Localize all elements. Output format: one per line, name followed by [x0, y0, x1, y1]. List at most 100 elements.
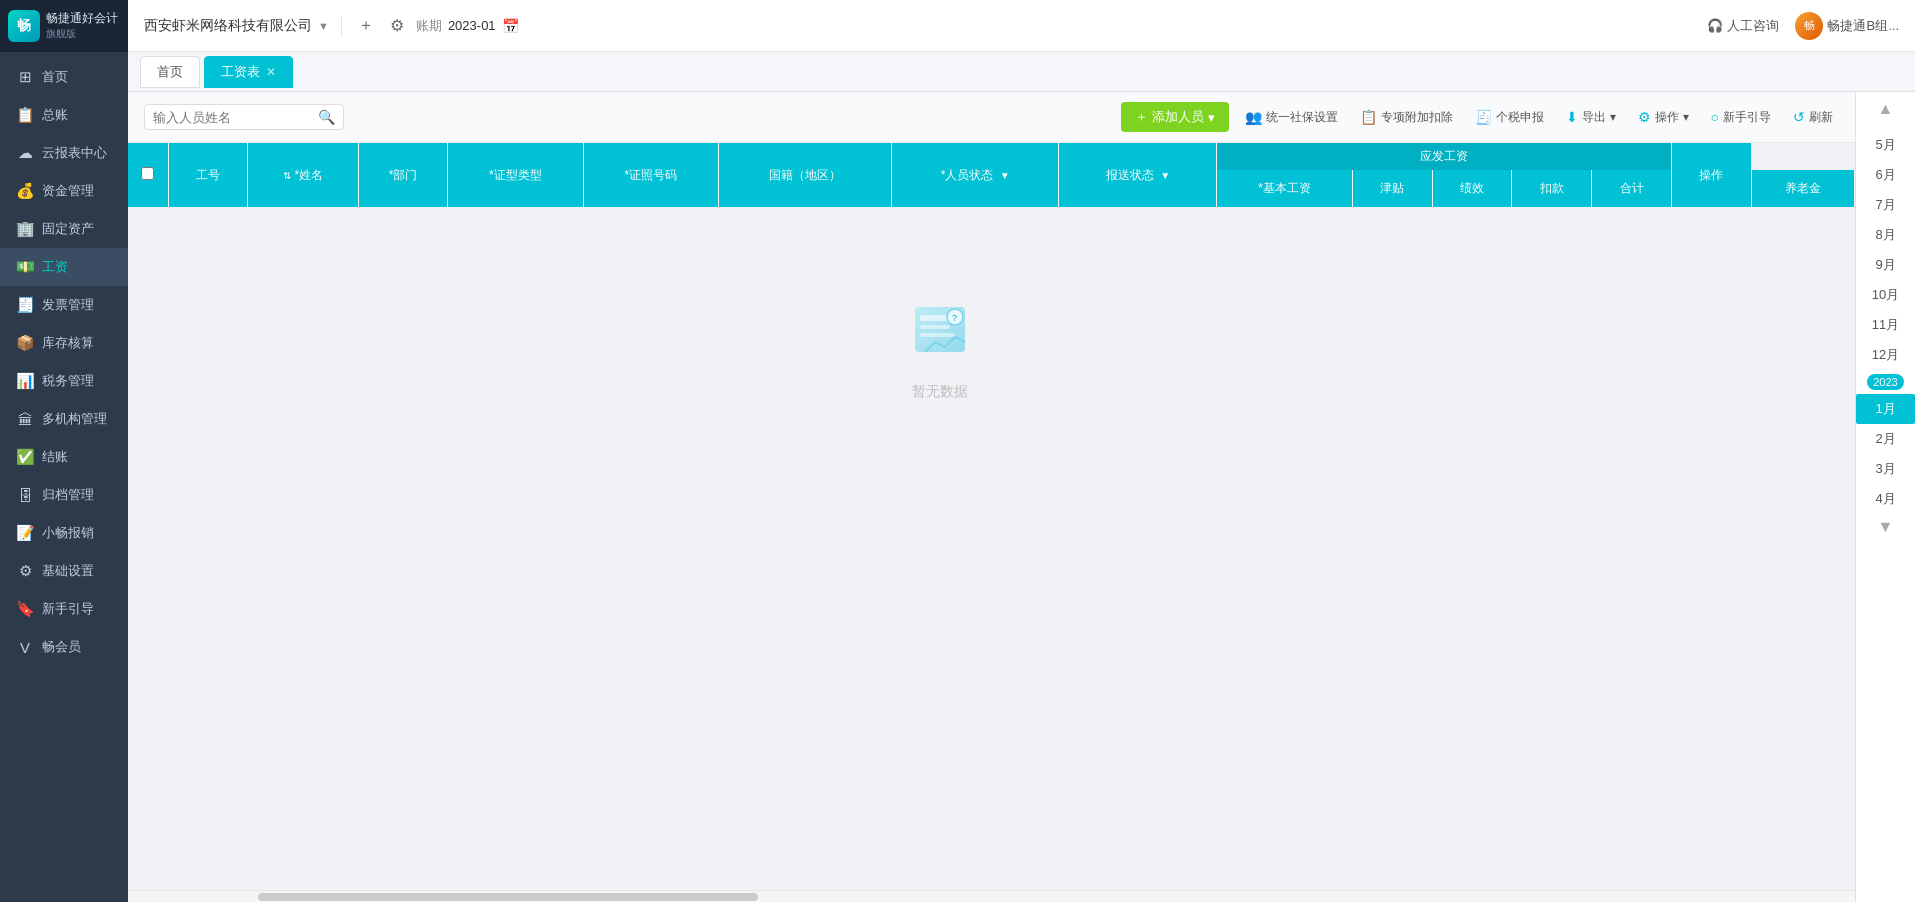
month-item-5[interactable]: 5月 [1856, 130, 1915, 160]
operation-button[interactable]: ⚙ 操作 ▾ [1632, 105, 1695, 130]
month-item-7[interactable]: 7月 [1856, 190, 1915, 220]
sidebar-item-label: 结账 [42, 448, 68, 466]
month-item-10[interactable]: 10月 [1856, 280, 1915, 310]
guide-button[interactable]: ○ 新手引导 [1705, 105, 1777, 130]
sidebar-item-label: 税务管理 [42, 372, 94, 390]
month-item-9[interactable]: 9月 [1856, 250, 1915, 280]
operation-icon: ⚙ [1638, 109, 1651, 125]
add-person-button[interactable]: ＋ 添加人员 ▾ [1121, 102, 1229, 132]
refresh-label: 刷新 [1809, 109, 1833, 126]
payroll-table: 工号 ⇅ *姓名 *部门 *证型类型 *证照号码 国籍（地区） *人员状态 ▼ [128, 143, 1855, 481]
month-item-8[interactable]: 8月 [1856, 220, 1915, 250]
th-nationality: 国籍（地区） [719, 143, 892, 207]
app-subtitle: 旗舰版 [46, 27, 118, 41]
support-label: 人工咨询 [1727, 17, 1779, 35]
personal-tax-icon: 🧾 [1475, 109, 1492, 125]
sidebar-item-payroll[interactable]: 💵 工资 [0, 248, 128, 286]
th-deduction: 扣款 [1512, 170, 1592, 207]
social-security-icon: 👥 [1245, 109, 1262, 125]
sidebar-item-fixed-assets[interactable]: 🏢 固定资产 [0, 210, 128, 248]
period-label: 账期 [416, 17, 442, 35]
th-status: *人员状态 ▼ [892, 143, 1059, 207]
svg-rect-2 [920, 325, 950, 329]
personal-tax-button[interactable]: 🧾 个税申报 [1469, 105, 1550, 130]
month-panel: ▲ 5月 6月 7月 8月 9月 10月 11月 12月 2023 1月 2月 … [1855, 92, 1915, 902]
select-all-checkbox[interactable] [141, 167, 154, 180]
sidebar-item-settings[interactable]: ⚙ 基础设置 [0, 552, 128, 590]
th-action: 操作 [1671, 143, 1751, 207]
search-box[interactable]: 🔍 [144, 104, 344, 130]
export-button[interactable]: ⬇ 导出 ▾ [1560, 105, 1622, 130]
app-logo-text: 畅捷通好会计 旗舰版 [46, 11, 118, 41]
scrollbar-thumb [258, 893, 758, 901]
th-performance: 绩效 [1432, 170, 1512, 207]
company-selector[interactable]: 西安虾米网络科技有限公司 ▼ [144, 17, 329, 35]
report-filter-icon[interactable]: ▼ [1160, 170, 1170, 181]
special-deduction-button[interactable]: 📋 专项附加扣除 [1354, 105, 1459, 130]
avatar: 畅 [1795, 12, 1823, 40]
add-company-button[interactable]: ＋ [354, 11, 378, 40]
expense-icon: 📝 [16, 524, 34, 542]
sidebar-item-guide[interactable]: 🔖 新手引导 [0, 590, 128, 628]
th-checkbox [128, 143, 168, 207]
sidebar-item-tax[interactable]: 📊 税务管理 [0, 362, 128, 400]
sidebar-item-label: 首页 [42, 68, 68, 86]
support-button[interactable]: 🎧 人工咨询 [1707, 17, 1779, 35]
bottom-scrollbar[interactable] [128, 890, 1855, 902]
empty-text: 暂无数据 [912, 383, 968, 401]
month-panel-down-button[interactable]: ▼ [1856, 514, 1915, 540]
company-name: 西安虾米网络科技有限公司 [144, 17, 312, 35]
sidebar-item-label: 基础设置 [42, 562, 94, 580]
month-item-12[interactable]: 12月 [1856, 340, 1915, 370]
refresh-button[interactable]: ↺ 刷新 [1787, 105, 1839, 130]
th-report-status: 报送状态 ▼ [1059, 143, 1217, 207]
month-item-6[interactable]: 6月 [1856, 160, 1915, 190]
sidebar-item-inventory[interactable]: 📦 库存核算 [0, 324, 128, 362]
sidebar-item-member[interactable]: V 畅会员 [0, 628, 128, 666]
toolbar: 🔍 ＋ 添加人员 ▾ 👥 统一社保设置 📋 专项附加扣除 [128, 92, 1855, 143]
sidebar-item-fund[interactable]: 💰 资金管理 [0, 172, 128, 210]
export-icon: ⬇ [1566, 109, 1578, 125]
month-panel-up-button[interactable]: ▲ [1856, 96, 1915, 122]
table-wrapper: 工号 ⇅ *姓名 *部门 *证型类型 *证照号码 国籍（地区） *人员状态 ▼ [128, 143, 1855, 890]
sidebar-item-ledger[interactable]: 📋 总账 [0, 96, 128, 134]
sidebar-item-settle[interactable]: ✅ 结账 [0, 438, 128, 476]
period-display: 账期 2023-01 📅 [416, 17, 519, 35]
personal-tax-label: 个税申报 [1496, 109, 1544, 126]
sidebar-item-home[interactable]: ⊞ 首页 [0, 58, 128, 96]
user-menu[interactable]: 畅 畅捷通B组... [1795, 12, 1899, 40]
topbar: 西安虾米网络科技有限公司 ▼ ＋ ⚙ 账期 2023-01 📅 🎧 人工咨询 畅… [128, 0, 1915, 52]
sidebar-item-multi-org[interactable]: 🏛 多机构管理 [0, 400, 128, 438]
social-security-button[interactable]: 👥 统一社保设置 [1239, 105, 1344, 130]
inventory-icon: 📦 [16, 334, 34, 352]
app-logo-icon: 畅 [8, 10, 40, 42]
th-total: 合计 [1592, 170, 1672, 207]
th-dept: *部门 [359, 143, 448, 207]
month-item-2[interactable]: 2月 [1856, 424, 1915, 454]
sidebar-item-cloud-report[interactable]: ☁ 云报表中心 [0, 134, 128, 172]
sidebar-item-label: 库存核算 [42, 334, 94, 352]
sidebar-item-expense[interactable]: 📝 小畅报销 [0, 514, 128, 552]
month-item-4[interactable]: 4月 [1856, 484, 1915, 514]
month-item-3[interactable]: 3月 [1856, 454, 1915, 484]
topbar-right: 🎧 人工咨询 畅 畅捷通B组... [1707, 12, 1899, 40]
sidebar-item-invoice[interactable]: 🧾 发票管理 [0, 286, 128, 324]
cloud-report-icon: ☁ [16, 144, 34, 162]
tab-home[interactable]: 首页 [140, 56, 200, 88]
status-filter-icon[interactable]: ▼ [1000, 170, 1010, 181]
tab-close-icon[interactable]: ✕ [266, 65, 276, 79]
settle-icon: ✅ [16, 448, 34, 466]
sidebar-item-label: 多机构管理 [42, 410, 107, 428]
search-icon: 🔍 [318, 109, 335, 125]
settings-button[interactable]: ⚙ [386, 12, 408, 39]
tab-home-label: 首页 [157, 63, 183, 81]
tab-payroll[interactable]: 工资表 ✕ [204, 56, 293, 88]
month-item-1[interactable]: 1月 [1856, 394, 1915, 424]
sidebar-item-archive[interactable]: 🗄 归档管理 [0, 476, 128, 514]
th-salary-group: 应发工资 [1217, 143, 1672, 170]
sidebar-item-label: 固定资产 [42, 220, 94, 238]
calendar-icon[interactable]: 📅 [502, 18, 519, 34]
month-item-11[interactable]: 11月 [1856, 310, 1915, 340]
sidebar-item-label: 归档管理 [42, 486, 94, 504]
search-input[interactable] [153, 110, 312, 125]
